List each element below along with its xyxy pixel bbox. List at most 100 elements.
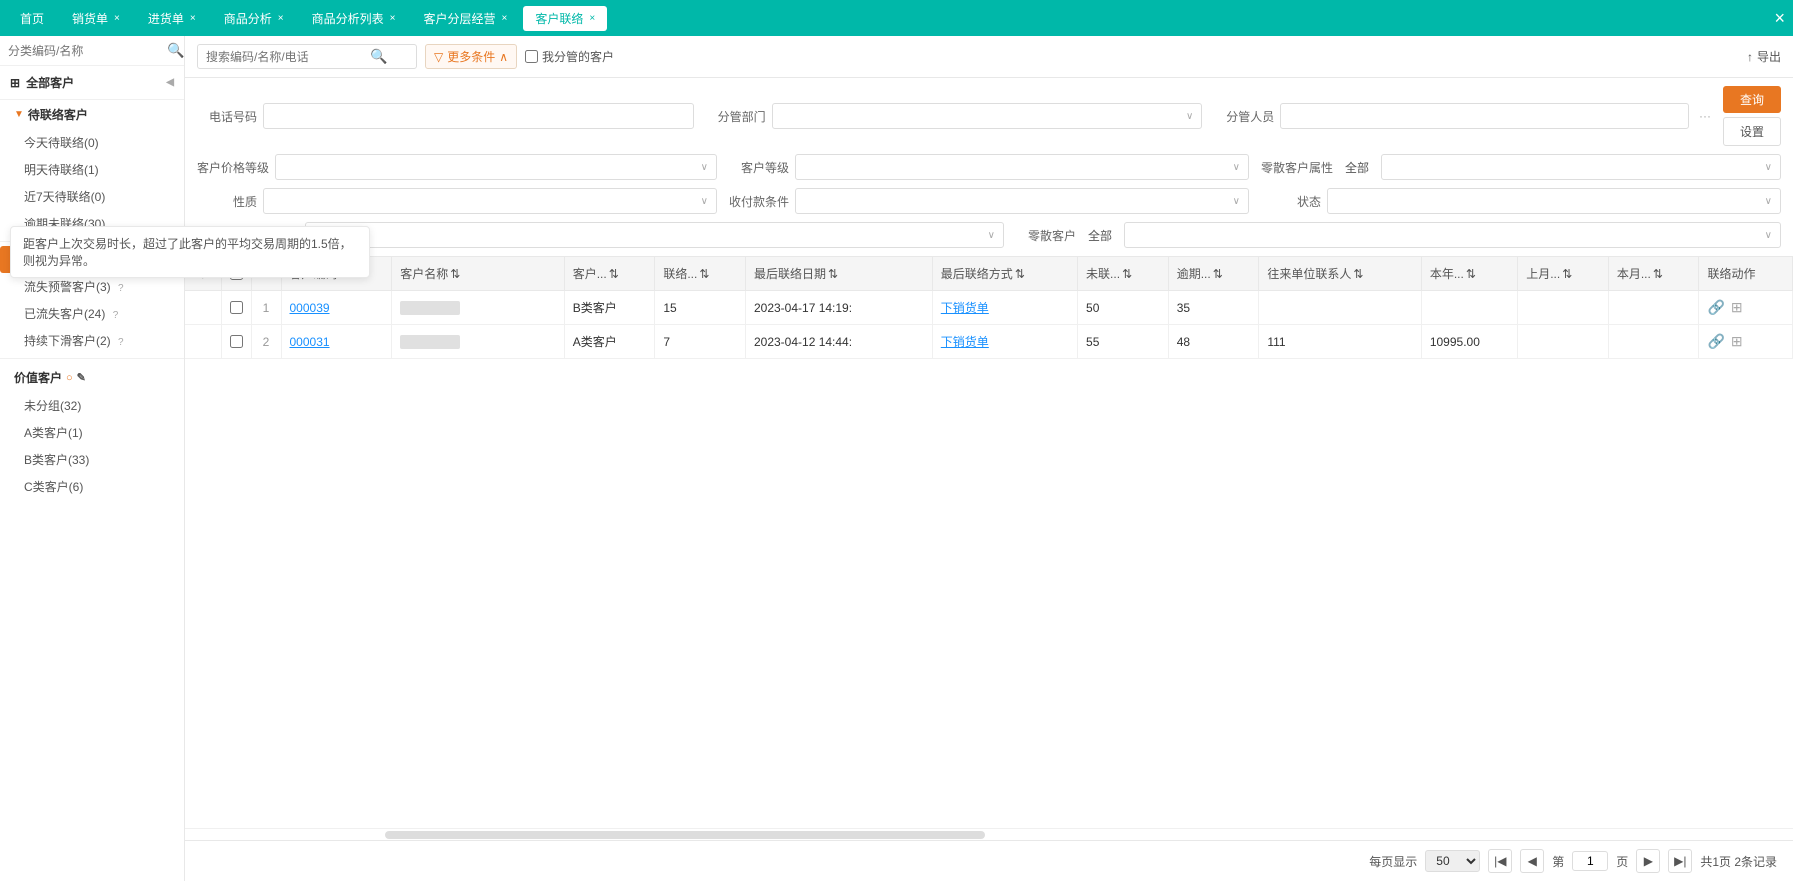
action-link-icon-1[interactable]: 🔗 xyxy=(1707,299,1724,316)
ungroup-label: 未分组(32) xyxy=(24,399,81,413)
edit-icon[interactable]: ✎ xyxy=(77,371,86,384)
action-grid-icon-1[interactable]: ⊞ xyxy=(1731,299,1743,316)
filter-scatter-attr-select[interactable]: ∨ xyxy=(1381,154,1781,180)
filter-price-grade-cell: 客户价格等级 ∨ xyxy=(197,154,717,180)
td-this-year-1 xyxy=(1421,291,1517,325)
next-page-button[interactable]: ▶ xyxy=(1636,849,1660,873)
th-this-year[interactable]: 本年... ⇅ xyxy=(1421,257,1517,291)
nav-product-analysis[interactable]: 商品分析 × xyxy=(212,6,296,31)
filter-phone-input[interactable] xyxy=(263,103,694,129)
th-last-month[interactable]: 上月... ⇅ xyxy=(1518,257,1609,291)
sidebar-item-today[interactable]: 今天待联络(0) xyxy=(0,129,184,156)
nav-product-analysis-close[interactable]: × xyxy=(278,13,284,24)
page-suffix: 页 xyxy=(1616,853,1628,870)
prev-page-button[interactable]: ◀ xyxy=(1520,849,1544,873)
td-category-1: B类客户 xyxy=(564,291,655,325)
nav-home[interactable]: 首页 xyxy=(8,6,56,31)
query-button[interactable]: 查询 xyxy=(1723,86,1781,113)
window-close-button[interactable]: × xyxy=(1774,8,1785,29)
filter-icon: ▽ xyxy=(434,50,443,64)
td-checkbox-1 xyxy=(221,291,251,325)
th-this-month[interactable]: 本月... ⇅ xyxy=(1608,257,1699,291)
more-filters-button[interactable]: ▽ 更多条件 ∧ xyxy=(425,44,517,69)
th-uncontacted[interactable]: 未联... ⇅ xyxy=(1078,257,1169,291)
nav-customer-segment[interactable]: 客户分层经营 × xyxy=(411,6,519,31)
sidebar-all-customers[interactable]: ⊞ 全部客户 ◀ xyxy=(0,66,184,100)
filter-person-select[interactable] xyxy=(1280,103,1689,129)
td-code-2[interactable]: 000031 xyxy=(281,325,392,359)
th-overdue[interactable]: 逾期... ⇅ xyxy=(1168,257,1259,291)
th-contact-label: 联络... xyxy=(663,265,697,282)
nav-product-analysis-list[interactable]: 商品分析列表 × xyxy=(300,6,408,31)
filter-price-grade-select[interactable]: ∨ xyxy=(275,154,717,180)
churn-warning-label: 流失预警客户(3) xyxy=(24,280,111,294)
search-input[interactable] xyxy=(206,50,366,64)
nav-contact-close[interactable]: × xyxy=(589,13,595,24)
td-last-month-1 xyxy=(1518,291,1609,325)
th-overdue-label: 逾期... xyxy=(1177,265,1211,282)
td-category-2: A类客户 xyxy=(564,325,655,359)
sidebar-item-tomorrow[interactable]: 明天待联络(1) xyxy=(0,156,184,183)
th-contact[interactable]: 联络... ⇅ xyxy=(655,257,746,291)
filter-status-cell: 状态 ∨ xyxy=(1261,188,1781,214)
th-name[interactable]: 客户名称 ⇅ xyxy=(392,257,564,291)
filter-payment-cell: 收付款条件 ∨ xyxy=(729,188,1249,214)
total-label: 共1页 2条记录 xyxy=(1700,853,1777,870)
all-customers-label: 全部客户 xyxy=(26,74,74,91)
nav-customer-contact[interactable]: 客户联络 × xyxy=(523,6,607,31)
page-input[interactable] xyxy=(1572,851,1608,871)
filter-person-dots[interactable]: ··· xyxy=(1699,109,1711,123)
filter-status-select[interactable]: ∨ xyxy=(1327,188,1781,214)
th-category[interactable]: 客户... ⇅ xyxy=(564,257,655,291)
sidebar-search-input[interactable] xyxy=(8,44,163,58)
filter-payment-select[interactable]: ∨ xyxy=(795,188,1249,214)
per-page-select[interactable]: 50 20 100 xyxy=(1425,850,1480,872)
action-link-icon-2[interactable]: 🔗 xyxy=(1707,333,1724,350)
nav-purchase-close[interactable]: × xyxy=(190,13,196,24)
nav-sales-close[interactable]: × xyxy=(114,13,120,24)
search-icon[interactable]: 🔍 xyxy=(370,48,387,65)
td-last-method-1[interactable]: 下销货单 xyxy=(932,291,1077,325)
td-code-1[interactable]: 000039 xyxy=(281,291,392,325)
filter-scatter-customer-select[interactable]: ∨ xyxy=(1124,222,1781,248)
filter-dept-select[interactable]: ∨ xyxy=(772,103,1203,129)
row2-checkbox[interactable] xyxy=(230,335,243,348)
sidebar-item-7days[interactable]: 近7天待联络(0) xyxy=(0,183,184,210)
b-class-label: B类客户(33) xyxy=(24,453,89,467)
td-last-method-2[interactable]: 下销货单 xyxy=(932,325,1077,359)
pending-group-title[interactable]: ▼ 待联络客户 xyxy=(0,100,184,129)
sidebar-item-c-class[interactable]: C类客户(6) xyxy=(0,473,184,500)
setting-button[interactable]: 设置 xyxy=(1723,117,1781,146)
nav-segment-close[interactable]: × xyxy=(501,13,507,24)
scroll-thumb[interactable] xyxy=(385,831,985,839)
td-checkbox-2 xyxy=(221,325,251,359)
row1-checkbox[interactable] xyxy=(230,301,243,314)
sidebar-search-bar: 🔍 xyxy=(0,36,184,66)
sidebar-item-declining[interactable]: 持续下滑客户(2) ? xyxy=(0,327,184,354)
th-last-contact-method[interactable]: 最后联络方式 ⇅ xyxy=(932,257,1077,291)
sidebar-search-icon[interactable]: 🔍 xyxy=(167,42,184,59)
sidebar: 🔍 ⊞ 全部客户 ◀ ▼ 待联络客户 今天待联络(0) 明天待联络(1) 近7天… xyxy=(0,36,185,881)
nav-purchase-order[interactable]: 进货单 × xyxy=(136,6,208,31)
sidebar-item-b-class[interactable]: B类客户(33) xyxy=(0,446,184,473)
value-group-title[interactable]: 价值客户 ○ ✎ xyxy=(0,363,184,392)
export-button[interactable]: ↑ 导出 xyxy=(1747,48,1781,65)
nav-product-list-close[interactable]: × xyxy=(390,13,396,24)
first-page-button[interactable]: |◀ xyxy=(1488,849,1512,873)
filter-grade-select[interactable]: ∨ xyxy=(795,154,1249,180)
action-grid-icon-2[interactable]: ⊞ xyxy=(1731,333,1743,350)
sidebar-divider-2 xyxy=(0,358,184,359)
nav-sales-order[interactable]: 销货单 × xyxy=(60,6,132,31)
filter-nature-select[interactable]: ∨ xyxy=(263,188,717,214)
filter-customer-type-select[interactable]: ∨ xyxy=(305,222,1004,248)
th-company-contact[interactable]: 往来单位联系人 ⇅ xyxy=(1259,257,1422,291)
pending-label: 待联络客户 xyxy=(28,106,88,123)
my-customers-checkbox[interactable] xyxy=(525,50,538,63)
declining-label: 持续下滑客户(2) xyxy=(24,334,111,348)
sidebar-item-ungroup[interactable]: 未分组(32) xyxy=(0,392,184,419)
sidebar-item-churned[interactable]: 已流失客户(24) ? xyxy=(0,300,184,327)
last-page-button[interactable]: ▶| xyxy=(1668,849,1692,873)
th-last-contact-date[interactable]: 最后联络日期 ⇅ xyxy=(745,257,932,291)
horizontal-scrollbar[interactable] xyxy=(185,828,1793,840)
sidebar-item-a-class[interactable]: A类客户(1) xyxy=(0,419,184,446)
